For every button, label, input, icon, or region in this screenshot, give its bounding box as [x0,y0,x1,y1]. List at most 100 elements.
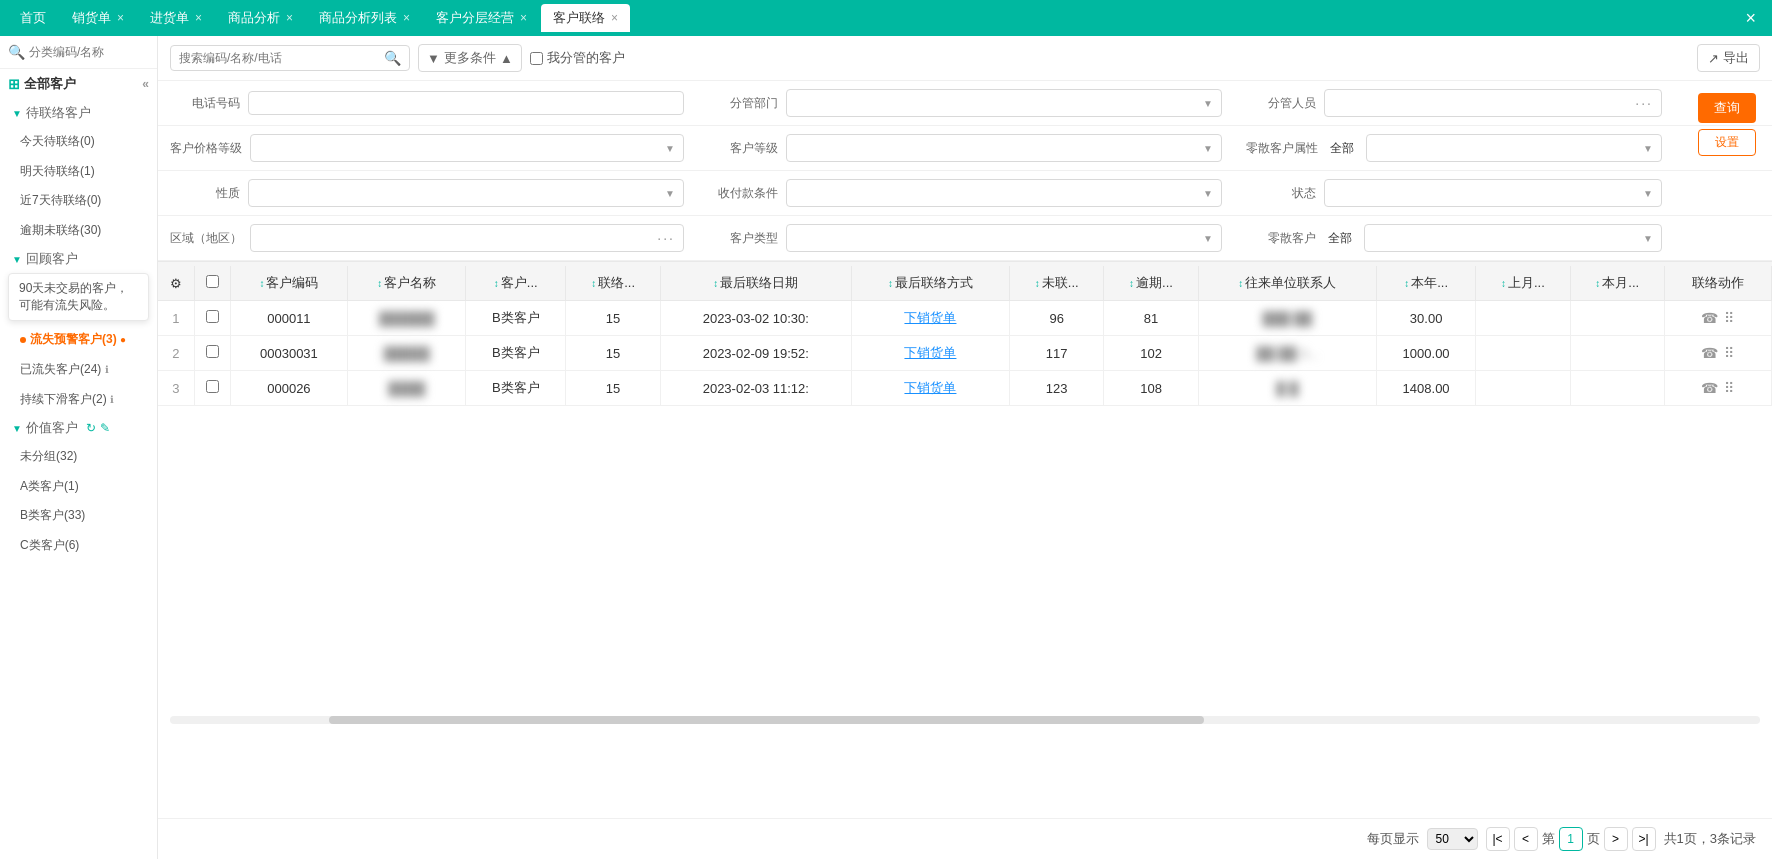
row-method-3[interactable]: 下销货单 [851,371,1009,406]
zero-attr-select[interactable]: ▼ [1366,134,1662,162]
select-all-checkbox[interactable] [206,275,219,288]
tab-customer-segment[interactable]: 客户分层经营 × [424,4,539,32]
next-page-button[interactable]: > [1604,827,1628,851]
row-unit-contact-2: ██ ██ 3... [1198,336,1376,371]
filter-zero-customer: 零散客户 全部 ▼ [1234,216,1772,261]
query-button[interactable]: 查询 [1698,93,1756,123]
search-input[interactable] [179,51,378,65]
col-last-date[interactable]: ↕ 最后联络日期 [660,266,851,301]
export-button[interactable]: ↗ 导出 [1697,44,1760,72]
tab-sales-order[interactable]: 销货单 × [60,4,136,32]
tab-close-purchase[interactable]: × [195,11,202,25]
col-code[interactable]: ↕ 客户编码 [230,266,348,301]
region-label: 区域（地区） [170,230,242,247]
nature-select[interactable]: ▼ [248,179,684,207]
more-conditions-button[interactable]: ▼ 更多条件 ▲ [418,44,522,72]
sidebar-item-tomorrow-pending[interactable]: 明天待联络(1) [0,157,157,187]
tab-close-customer-segment[interactable]: × [520,11,527,25]
customer-level-select[interactable]: ▼ [786,134,1222,162]
contact-icon-1[interactable]: ☎ [1701,310,1718,326]
sidebar-item-churned[interactable]: 已流失客户(24) ℹ [0,355,157,385]
row-code-1: 000011 [230,301,348,336]
col-contact-count[interactable]: ↕ 联络... [566,266,660,301]
tab-home[interactable]: 首页 [8,9,58,27]
tab-close-product-analysis[interactable]: × [286,11,293,25]
advanced-filter-panel: 电话号码 分管部门 ▼ 分管人员 ··· 客户价格等级 [158,81,1772,262]
col-not-contacted[interactable]: ↕ 未联... [1010,266,1104,301]
scrollbar-thumb[interactable] [329,716,1204,724]
tab-product-analysis[interactable]: 商品分析 × [216,4,305,32]
per-page-select[interactable]: 50 100 200 [1427,828,1478,850]
tab-close-sales[interactable]: × [117,11,124,25]
col-last-method[interactable]: ↕ 最后联络方式 [851,266,1009,301]
sidebar-item-churn-warning[interactable]: 流失预警客户(3) ● [0,325,157,355]
col-name[interactable]: ↕ 客户名称 [348,266,466,301]
tab-close-customer-contact[interactable]: × [611,11,618,25]
my-customers-checkbox-label[interactable]: 我分管的客户 [530,49,625,67]
col-this-year[interactable]: ↕ 本年... [1377,266,1476,301]
last-page-button[interactable]: >| [1632,827,1656,851]
sidebar-search-input[interactable] [29,45,158,59]
sidebar-search-area: 🔍 [0,36,157,69]
sidebar-collapse-btn[interactable]: « [142,77,149,91]
filter-nature: 性质 ▼ [158,171,696,216]
sidebar-item-b-class[interactable]: B类客户(33) [0,501,157,531]
tab-purchase-order[interactable]: 进货单 × [138,4,214,32]
row-checkbox-3[interactable] [194,371,230,406]
row-method-1[interactable]: 下销货单 [851,301,1009,336]
close-all-tabs-button[interactable]: × [1737,8,1764,29]
dept-select[interactable]: ▼ [786,89,1222,117]
sidebar-item-a-class[interactable]: A类客户(1) [0,472,157,502]
price-level-select[interactable]: ▼ [250,134,684,162]
col-this-month[interactable]: ↕ 本月... [1570,266,1664,301]
status-select[interactable]: ▼ [1324,179,1662,207]
row-overdue-3: 108 [1104,371,1198,406]
row-method-2[interactable]: 下销货单 [851,336,1009,371]
sidebar-item-c-class[interactable]: C类客户(6) [0,531,157,561]
more-icon-2[interactable]: ⠿ [1724,345,1734,361]
sidebar-item-declining[interactable]: 持续下滑客户(2) ℹ [0,385,157,415]
filter-action-buttons: 查询 设置 [1698,93,1756,156]
sidebar-all-customers[interactable]: ⊞ 全部客户 « [0,69,157,99]
sidebar-item-overdue-contact[interactable]: 逾期未联络(30) [0,216,157,246]
sidebar-group-review[interactable]: ▼ 回顾客户 [0,245,157,273]
row-date-2: 2023-02-09 19:52: [660,336,851,371]
col-type[interactable]: ↕ 客户... [466,266,566,301]
col-settings[interactable]: ⚙ [158,266,194,301]
row-unit-contact-1: ███ ██ [1198,301,1376,336]
contact-icon-2[interactable]: ☎ [1701,345,1718,361]
col-unit-contact[interactable]: ↕ 往来单位联系人 [1198,266,1376,301]
row-checkbox-1[interactable] [194,301,230,336]
region-select[interactable]: ··· [250,224,684,252]
col-last-month[interactable]: ↕ 上月... [1476,266,1570,301]
more-icon-1[interactable]: ⠿ [1724,310,1734,326]
horizontal-scrollbar[interactable] [170,716,1760,724]
sidebar-group-pending[interactable]: ▼ 待联络客户 [0,99,157,127]
col-checkbox[interactable] [194,266,230,301]
sort-icon: ↕ [259,278,264,289]
tab-customer-contact[interactable]: 客户联络 × [541,4,630,32]
first-page-button[interactable]: |< [1486,827,1510,851]
zero-customer-select[interactable]: ▼ [1364,224,1662,252]
sidebar-item-ungrouped[interactable]: 未分组(32) [0,442,157,472]
row-checkbox-2[interactable] [194,336,230,371]
more-icon-3[interactable]: ⠿ [1724,380,1734,396]
manager-select[interactable]: ··· [1324,89,1662,117]
row-date-3: 2023-02-03 11:12: [660,371,851,406]
payment-select[interactable]: ▼ [786,179,1222,207]
refresh-icon[interactable]: ↻ [86,421,96,435]
contact-icon-3[interactable]: ☎ [1701,380,1718,396]
chevron-icon: ▲ [500,51,513,66]
edit-icon[interactable]: ✎ [100,421,110,435]
tab-product-analysis-list[interactable]: 商品分析列表 × [307,4,422,32]
customer-type-select[interactable]: ▼ [786,224,1222,252]
sidebar-group-value[interactable]: ▼ 价值客户 ↻ ✎ [0,414,157,442]
settings-button[interactable]: 设置 [1698,129,1756,156]
sidebar-item-today-pending[interactable]: 今天待联络(0) [0,127,157,157]
my-customers-checkbox[interactable] [530,52,543,65]
prev-page-button[interactable]: < [1514,827,1538,851]
phone-input[interactable] [248,91,684,115]
tab-close-product-list[interactable]: × [403,11,410,25]
col-overdue[interactable]: ↕ 逾期... [1104,266,1198,301]
sidebar-item-7days-pending[interactable]: 近7天待联络(0) [0,186,157,216]
